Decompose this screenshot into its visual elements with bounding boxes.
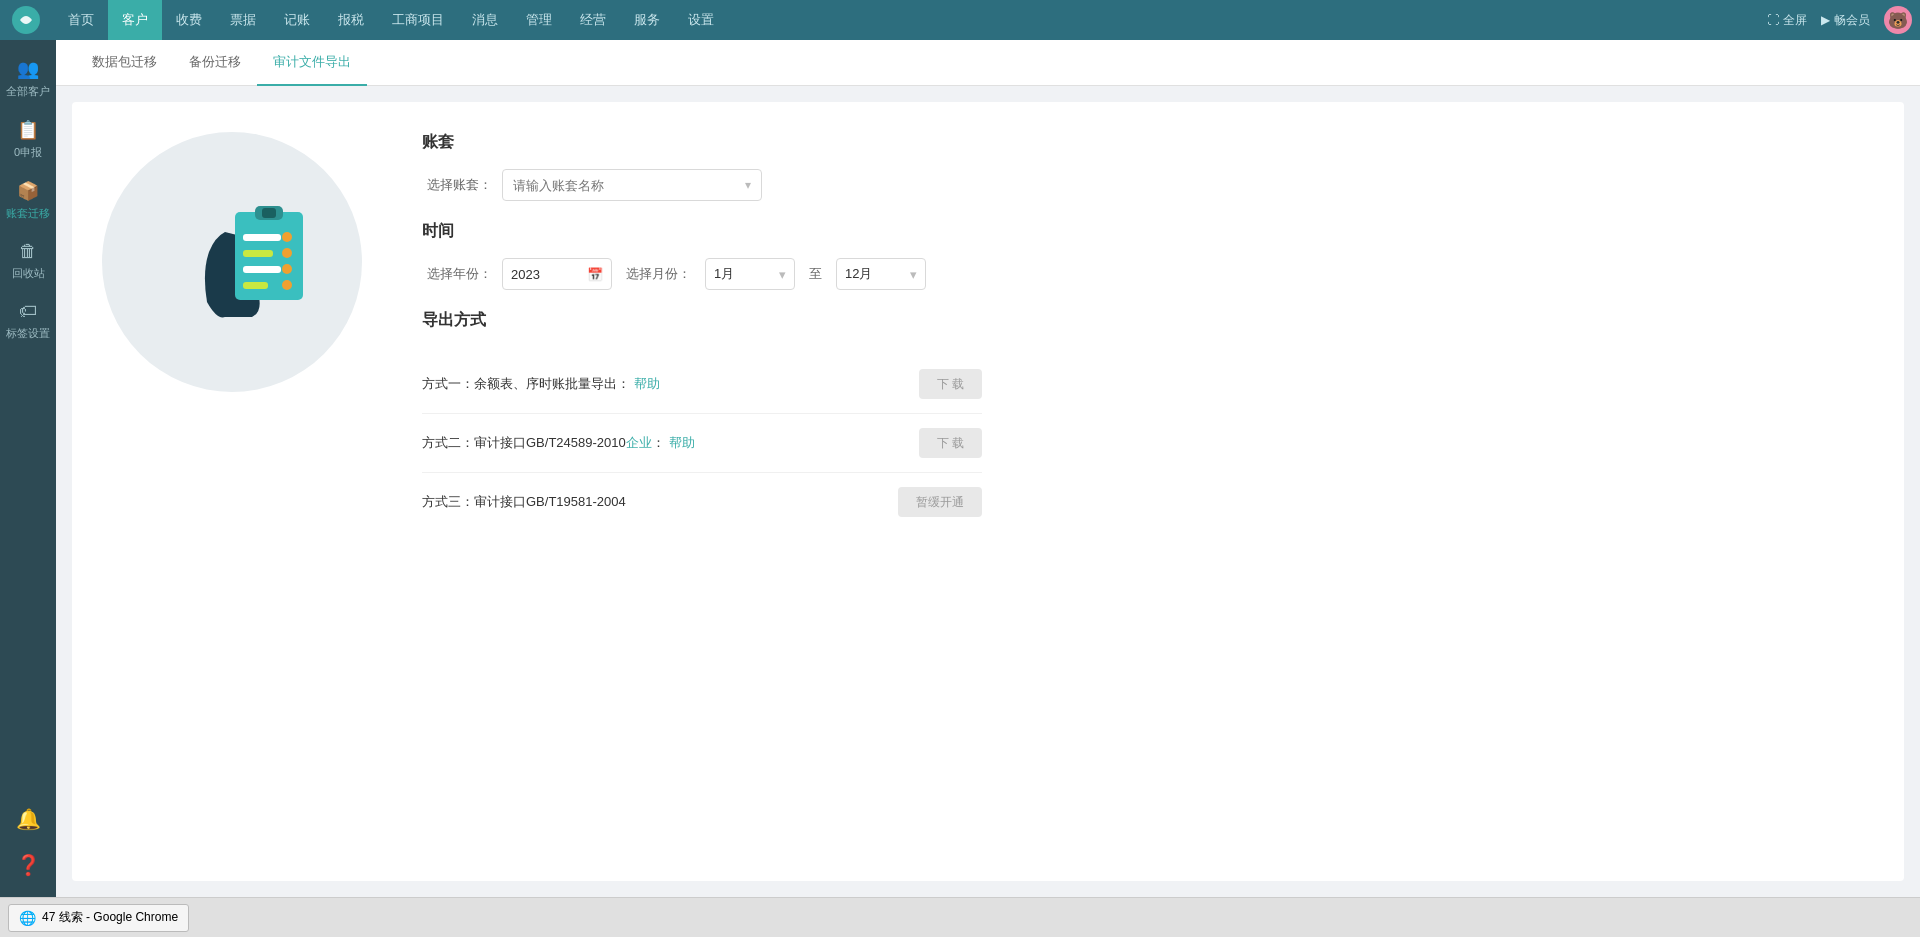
year-field[interactable] [511,267,581,282]
svg-point-8 [282,232,292,242]
method1-label: 方式一：余额表、序时账批量导出：帮助 [422,375,660,393]
help-icon[interactable]: ❓ [8,845,49,885]
section-accounts-title: 账套 [422,132,982,153]
nav-home[interactable]: 首页 [54,0,108,40]
nav-management[interactable]: 管理 [512,0,566,40]
calendar-icon: 📅 [587,267,603,282]
export-section: 方式一：余额表、序时账批量导出：帮助 下 载 方式二：审计接口GB/T24589… [422,355,982,531]
nav-clients[interactable]: 客户 [108,0,162,40]
zero-declaration-icon: 📋 [17,119,39,141]
svg-point-11 [282,280,292,290]
top-navigation: 首页 客户 收费 票据 记账 报税 工商项目 消息 管理 经营 服务 设置 ⛶ … [0,0,1920,40]
svg-point-9 [282,248,292,258]
accounts-label: 选择账套： [422,176,492,194]
top-nav-right: ⛶ 全屏 ▶ 畅会员 🐻 [1767,6,1912,34]
export-row-method2: 方式二：审计接口GB/T24589-2010企业：帮助 下 载 [422,414,982,473]
section-export-title: 导出方式 [422,310,982,331]
tag-settings-icon: 🏷 [19,301,37,322]
to-label: 至 [809,265,822,283]
sidebar-item-account-migration[interactable]: 📦 账套迁移 [0,170,56,231]
taskbar-chrome-item[interactable]: 🌐 47 线索 - Google Chrome [8,904,189,932]
export-row-method3: 方式三：审计接口GB/T19581-2004 暂缓开通 [422,473,982,531]
year-label: 选择年份： [422,265,492,283]
content-area: 数据包迁移 备份迁移 审计文件导出 [56,40,1920,897]
user-avatar[interactable]: 🐻 [1884,6,1912,34]
section-time-title: 时间 [422,221,982,242]
time-inputs: 📅 选择月份： 1月 ▾ 至 12月 ▾ [502,258,926,290]
month-from-caret: ▾ [779,267,786,282]
taskbar-item-label: 47 线索 - Google Chrome [42,909,178,926]
sidebar-item-zero-declaration[interactable]: 📋 0申报 [0,109,56,170]
sidebar-item-tag-settings[interactable]: 🏷 标签设置 [0,291,56,351]
month-from-select[interactable]: 1月 ▾ [705,258,795,290]
month-to-caret: ▾ [910,267,917,282]
vip-icon: ▶ [1821,13,1830,27]
accounts-input[interactable] [513,178,745,193]
form-side: 账套 选择账套： ▾ 时间 选择年份： 📅 [422,132,982,531]
illustration-wrap [102,132,362,392]
month-label: 选择月份： [626,265,691,283]
tab-data-migration[interactable]: 数据包迁移 [76,40,173,86]
notification-icon[interactable]: 🔔 [8,799,49,839]
method2-company-link[interactable]: 企业 [626,435,652,450]
accounts-select[interactable]: ▾ [502,169,762,201]
sidebar-item-all-clients[interactable]: 👥 全部客户 [0,48,56,109]
svg-rect-7 [243,282,268,289]
time-row: 选择年份： 📅 选择月份： 1月 ▾ 至 12月 [422,258,982,290]
nav-tax[interactable]: 报税 [324,0,378,40]
tabs-row: 数据包迁移 备份迁移 审计文件导出 [56,40,1920,86]
app-logo [8,2,44,38]
method2-label: 方式二：审计接口GB/T24589-2010企业：帮助 [422,434,695,452]
nav-items-list: 首页 客户 收费 票据 记账 报税 工商项目 消息 管理 经营 服务 设置 [54,0,1767,40]
sidebar-bottom: 🔔 ❓ [8,799,49,897]
download-button-method1[interactable]: 下 载 [919,369,982,399]
svg-rect-6 [243,266,281,273]
accounts-caret-icon: ▾ [745,178,751,192]
audit-illustration [147,172,317,352]
fullscreen-icon: ⛶ [1767,13,1779,27]
method3-label: 方式三：审计接口GB/T19581-2004 [422,493,626,511]
svg-rect-5 [243,250,273,257]
method2-help-link[interactable]: 帮助 [669,435,695,450]
nav-operations[interactable]: 经营 [566,0,620,40]
svg-rect-3 [262,208,276,218]
page-body: 账套 选择账套： ▾ 时间 选择年份： 📅 [72,102,1904,881]
method1-help-link[interactable]: 帮助 [634,376,660,391]
month-to-select[interactable]: 12月 ▾ [836,258,926,290]
nav-settings[interactable]: 设置 [674,0,728,40]
account-migration-icon: 📦 [17,180,39,202]
nav-business[interactable]: 工商项目 [378,0,458,40]
illustration-circle [102,132,362,392]
all-clients-icon: 👥 [17,58,39,80]
export-row-method1: 方式一：余额表、序时账批量导出：帮助 下 载 [422,355,982,414]
nav-bookkeeping[interactable]: 记账 [270,0,324,40]
chrome-icon: 🌐 [19,910,36,926]
nav-messages[interactable]: 消息 [458,0,512,40]
svg-point-10 [282,264,292,274]
tab-backup-migration[interactable]: 备份迁移 [173,40,257,86]
download-button-method2[interactable]: 下 载 [919,428,982,458]
tab-audit-export[interactable]: 审计文件导出 [257,40,367,86]
main-layout: 👥 全部客户 📋 0申报 📦 账套迁移 🗑 回收站 🏷 标签设置 🔔 ❓ 数据包… [0,40,1920,897]
fullscreen-button[interactable]: ⛶ 全屏 [1767,12,1807,29]
nav-billing[interactable]: 收费 [162,0,216,40]
vip-button[interactable]: ▶ 畅会员 [1821,12,1870,29]
coming-soon-button[interactable]: 暂缓开通 [898,487,982,517]
year-input[interactable]: 📅 [502,258,612,290]
accounts-row: 选择账套： ▾ [422,169,982,201]
nav-services[interactable]: 服务 [620,0,674,40]
sidebar-item-recycle[interactable]: 🗑 回收站 [0,231,56,291]
sidebar: 👥 全部客户 📋 0申报 📦 账套迁移 🗑 回收站 🏷 标签设置 🔔 ❓ [0,40,56,897]
svg-rect-4 [243,234,281,241]
recycle-icon: 🗑 [19,241,37,262]
nav-invoices[interactable]: 票据 [216,0,270,40]
taskbar: 🌐 47 线索 - Google Chrome [0,897,1920,937]
